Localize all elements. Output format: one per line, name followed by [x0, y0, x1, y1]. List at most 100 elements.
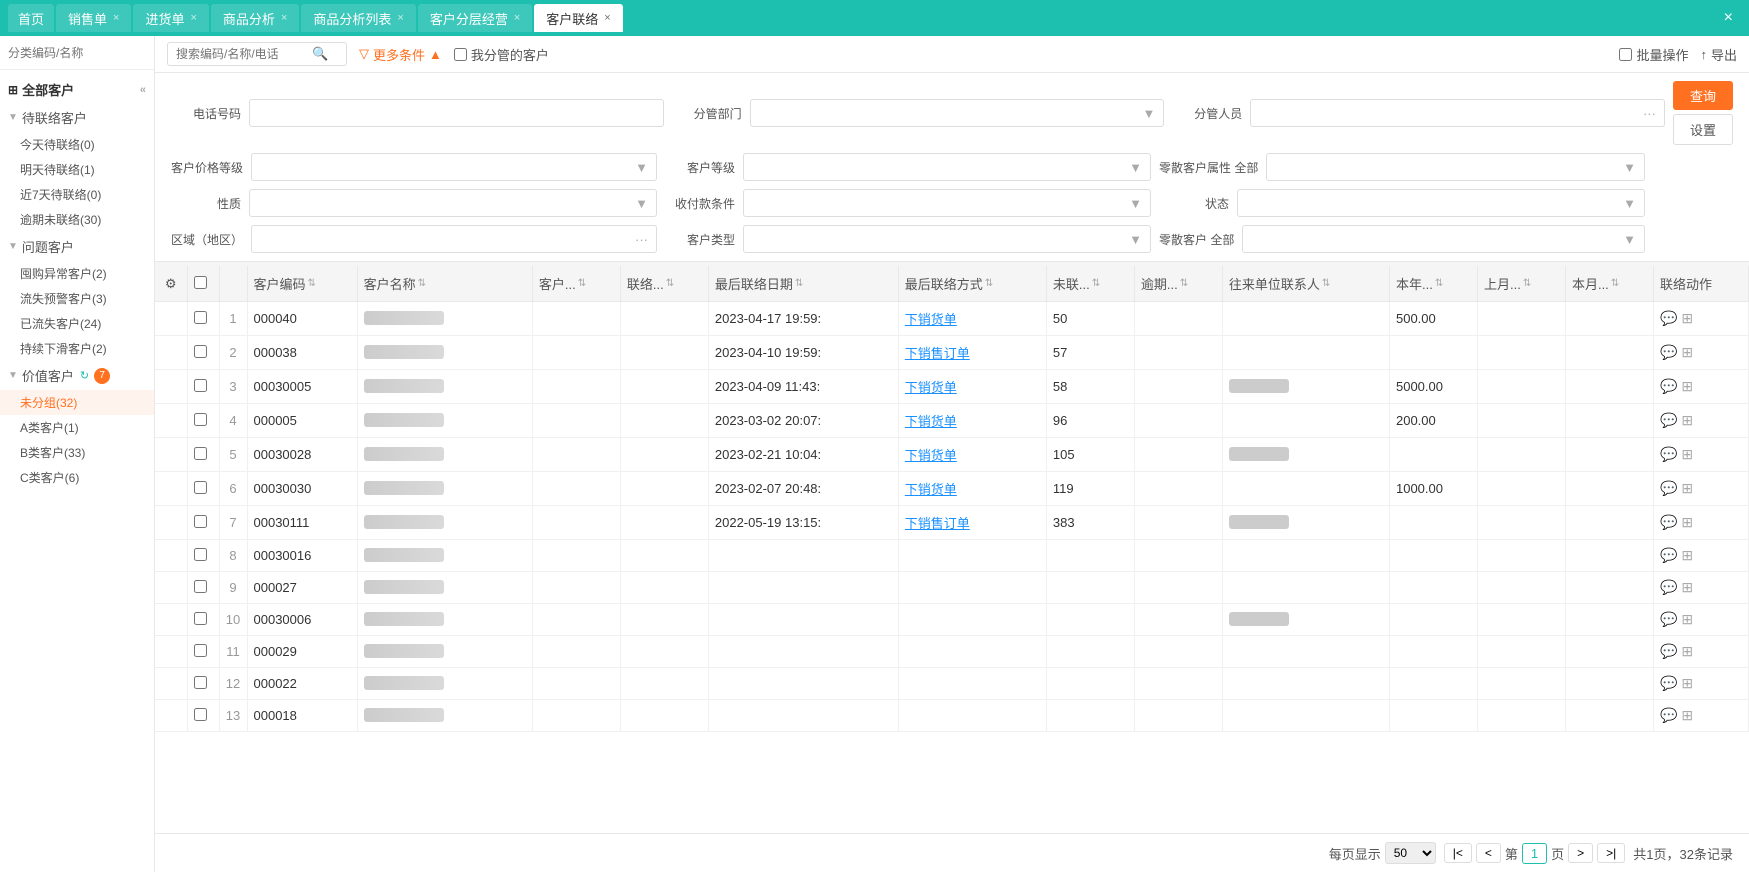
sidebar-item-churn-warning[interactable]: 流失预警客户(3)	[0, 286, 154, 311]
chat-icon[interactable]: 💬	[1660, 643, 1677, 660]
next-page-btn[interactable]: >	[1568, 843, 1593, 863]
problem-group[interactable]: ▼ 问题客户	[0, 232, 154, 261]
grid-action-icon[interactable]: ⊞	[1681, 547, 1693, 564]
contact-col-header[interactable]: 联络...⇅	[620, 266, 708, 302]
grid-action-icon[interactable]: ⊞	[1681, 480, 1693, 497]
row-checkbox[interactable]	[194, 612, 207, 625]
customer-level-select[interactable]: ▼	[743, 153, 1151, 181]
row-checkbox[interactable]	[194, 311, 207, 324]
row-checkbox[interactable]	[194, 580, 207, 593]
this-year-col-header[interactable]: 本年...⇅	[1389, 266, 1477, 302]
row-checkbox-cell[interactable]	[187, 540, 219, 572]
sidebar-item-ungrouped[interactable]: 未分组(32)	[0, 390, 154, 415]
tab-customer-segment[interactable]: 客户分层经营 ×	[418, 4, 532, 32]
last-method-link[interactable]: 下销货单	[905, 482, 957, 497]
type-col-header[interactable]: 客户...⇅	[532, 266, 620, 302]
sidebar-item-hoard-abnormal[interactable]: 囤购异常客户(2)	[0, 261, 154, 286]
row-checkbox[interactable]	[194, 413, 207, 426]
last-method-link[interactable]: 下销货单	[905, 380, 957, 395]
sidebar-item-class-a[interactable]: A类客户(1)	[0, 415, 154, 440]
nature-select[interactable]: ▼	[249, 189, 657, 217]
grid-action-icon[interactable]: ⊞	[1681, 378, 1693, 395]
sidebar-item-churned[interactable]: 已流失客户(24)	[0, 311, 154, 336]
chat-icon[interactable]: 💬	[1660, 310, 1677, 327]
chat-icon[interactable]: 💬	[1660, 514, 1677, 531]
last-method-col-header[interactable]: 最后联络方式⇅	[898, 266, 1046, 302]
sidebar-search-input[interactable]	[8, 46, 155, 60]
grid-action-icon[interactable]: ⊞	[1681, 446, 1693, 463]
close-icon[interactable]: ×	[514, 12, 520, 24]
dept-select[interactable]: ▼	[750, 99, 1165, 127]
sidebar-item-declining[interactable]: 持续下滑客户(2)	[0, 336, 154, 361]
pending-group[interactable]: ▼ 待联络客户	[0, 103, 154, 132]
code-col-header[interactable]: 客户编码⇅	[247, 266, 357, 302]
refresh-icon[interactable]: ↻	[80, 369, 89, 382]
grid-action-icon[interactable]: ⊞	[1681, 611, 1693, 628]
price-level-select[interactable]: ▼	[251, 153, 657, 181]
row-checkbox-cell[interactable]	[187, 438, 219, 472]
retail-cust-select[interactable]: ▼	[1242, 225, 1645, 253]
reset-button[interactable]: 设置	[1673, 114, 1733, 145]
tab-sales[interactable]: 销售单 ×	[56, 4, 131, 32]
last-method-link[interactable]: 下销货单	[905, 448, 957, 463]
all-customers-section[interactable]: ⊞ 全部客户 «	[0, 74, 154, 103]
last-page-btn[interactable]: >|	[1597, 843, 1625, 863]
row-checkbox-cell[interactable]	[187, 604, 219, 636]
my-customers-checkbox[interactable]: 我分管的客户	[454, 45, 549, 64]
row-checkbox[interactable]	[194, 481, 207, 494]
row-checkbox-cell[interactable]	[187, 572, 219, 604]
chat-icon[interactable]: 💬	[1660, 547, 1677, 564]
close-icon[interactable]: ×	[113, 12, 119, 24]
close-icon[interactable]: ×	[604, 12, 610, 24]
close-icon[interactable]: ×	[397, 12, 403, 24]
batch-ops-check[interactable]	[1619, 48, 1632, 61]
last-method-link[interactable]: 下销货单	[905, 312, 957, 327]
settings-col-header[interactable]: ⚙	[155, 266, 187, 302]
query-button[interactable]: 查询	[1673, 81, 1733, 110]
name-col-header[interactable]: 客户名称⇅	[357, 266, 532, 302]
grid-action-icon[interactable]: ⊞	[1681, 675, 1693, 692]
row-checkbox[interactable]	[194, 708, 207, 721]
row-checkbox-cell[interactable]	[187, 668, 219, 700]
last-method-link[interactable]: 下销货单	[905, 414, 957, 429]
select-all-checkbox[interactable]	[194, 276, 207, 289]
grid-action-icon[interactable]: ⊞	[1681, 579, 1693, 596]
checkbox-col-header[interactable]	[187, 266, 219, 302]
tab-product-analysis-list[interactable]: 商品分析列表 ×	[301, 4, 415, 32]
sidebar-item-class-b[interactable]: B类客户(33)	[0, 440, 154, 465]
row-checkbox-cell[interactable]	[187, 636, 219, 668]
payment-select[interactable]: ▼	[743, 189, 1151, 217]
sidebar-item-class-c[interactable]: C类客户(6)	[0, 465, 154, 490]
sidebar-item-overdue-pending[interactable]: 逾期未联络(30)	[0, 207, 154, 232]
last-month-col-header[interactable]: 上月...⇅	[1477, 266, 1565, 302]
tab-purchase[interactable]: 进货单 ×	[133, 4, 208, 32]
retail-attr-select[interactable]: ▼	[1266, 153, 1645, 181]
sidebar-item-tomorrow-pending[interactable]: 明天待联络(1)	[0, 157, 154, 182]
grid-action-icon[interactable]: ⊞	[1681, 643, 1693, 660]
row-checkbox-cell[interactable]	[187, 700, 219, 732]
close-icon[interactable]: ×	[281, 12, 287, 24]
status-select[interactable]: ▼	[1237, 189, 1645, 217]
tab-home[interactable]: 首页	[8, 4, 54, 32]
window-close-button[interactable]: ×	[1716, 9, 1741, 27]
value-group[interactable]: ▼ 价值客户 ↻ 7	[0, 361, 154, 390]
tab-customer-contact[interactable]: 客户联络 ×	[534, 4, 622, 32]
tab-product-analysis[interactable]: 商品分析 ×	[211, 4, 299, 32]
cust-type-select[interactable]: ▼	[743, 225, 1151, 253]
row-checkbox[interactable]	[194, 345, 207, 358]
batch-ops-btn[interactable]: 批量操作	[1619, 45, 1688, 64]
first-page-btn[interactable]: |<	[1444, 843, 1472, 863]
grid-action-icon[interactable]: ⊞	[1681, 412, 1693, 429]
filter-search-icon[interactable]: 🔍	[312, 46, 328, 62]
my-customers-check[interactable]	[454, 48, 467, 61]
grid-action-icon[interactable]: ⊞	[1681, 707, 1693, 724]
grid-action-icon[interactable]: ⊞	[1681, 344, 1693, 361]
grid-action-icon[interactable]: ⊞	[1681, 514, 1693, 531]
row-checkbox-cell[interactable]	[187, 404, 219, 438]
row-checkbox-cell[interactable]	[187, 506, 219, 540]
row-checkbox[interactable]	[194, 676, 207, 689]
uncontact-col-header[interactable]: 未联...⇅	[1046, 266, 1134, 302]
row-checkbox[interactable]	[194, 515, 207, 528]
row-checkbox-cell[interactable]	[187, 472, 219, 506]
phone-input[interactable]	[249, 99, 664, 127]
